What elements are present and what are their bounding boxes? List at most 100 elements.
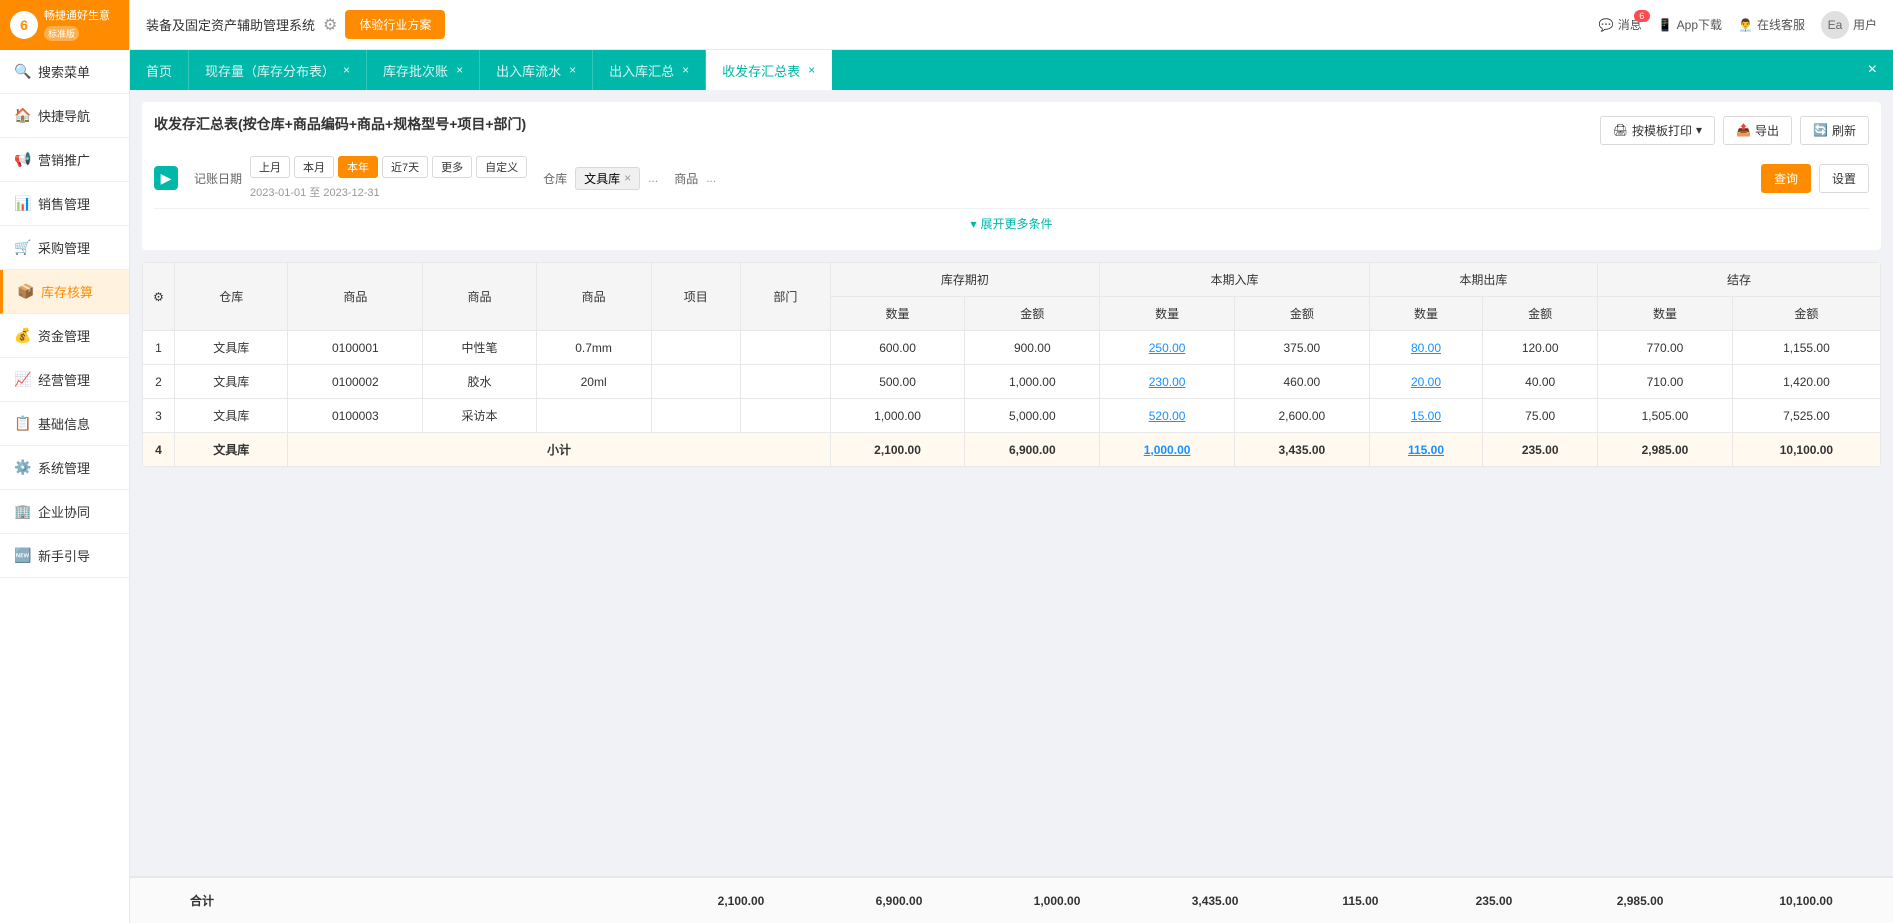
row-opening-qty: 600.00: [830, 331, 965, 365]
row-in-amt: 460.00: [1234, 365, 1369, 399]
print-button[interactable]: 🖨 按模板打印 ▾: [1600, 116, 1715, 145]
filter-toggle-btn[interactable]: ▶: [154, 166, 178, 190]
download-icon: 📱: [1658, 18, 1673, 32]
refresh-button[interactable]: 🔄 刷新: [1800, 116, 1869, 145]
tab-inventory-dist-label: 现存量（库存分布表）: [205, 61, 335, 80]
message-icon-item[interactable]: 💬 消息 6: [1599, 16, 1642, 33]
tab-home[interactable]: 首页: [130, 50, 189, 90]
app-download-item[interactable]: 📱 App下载: [1658, 16, 1722, 33]
date-btn-custom[interactable]: 自定义: [476, 156, 527, 178]
sidebar-item-sales[interactable]: 📊 销售管理: [0, 182, 129, 226]
tab-batch[interactable]: 库存批次账 ×: [367, 50, 480, 90]
th-project: 项目: [651, 263, 741, 331]
expand-link[interactable]: ▾ 展开更多条件: [970, 215, 1052, 232]
tab-inout-summary-close[interactable]: ×: [682, 63, 689, 77]
total-in-qty: 1,000.00: [978, 886, 1136, 915]
th-department: 部门: [741, 263, 831, 331]
row-in-qty[interactable]: 230.00: [1100, 365, 1235, 399]
date-btn-7days[interactable]: 近7天: [382, 156, 428, 178]
sidebar-item-basic-label: 基础信息: [38, 414, 90, 433]
export-icon: 📤: [1736, 123, 1751, 137]
warehouse-tag-text: 文具库: [584, 170, 620, 187]
tab-bar-close-icon[interactable]: ×: [1852, 61, 1893, 79]
sidebar-item-marketing[interactable]: 📢 营销推广: [0, 138, 129, 182]
filter-card: 收发存汇总表(按仓库+商品编码+商品+规格型号+项目+部门) 🖨 按模板打印 ▾…: [142, 102, 1881, 250]
row-project: [651, 365, 741, 399]
tab-receive-send[interactable]: 收发存汇总表 ×: [706, 50, 832, 90]
date-shortcuts: 上月 本月 本年 近7天 更多 自定义 2023-01-01 至 2023-12…: [250, 156, 527, 200]
row-out-amt: 40.00: [1483, 365, 1598, 399]
tab-inout-summary[interactable]: 出入库汇总 ×: [593, 50, 706, 90]
tab-batch-close[interactable]: ×: [456, 63, 463, 77]
filter-settings-button[interactable]: 设置: [1819, 164, 1869, 193]
row-opening-amt: 900.00: [965, 331, 1100, 365]
product-more-btn[interactable]: ...: [706, 171, 716, 185]
sidebar-item-inventory[interactable]: 📦 库存核算: [0, 270, 129, 314]
th-in-amt: 金额: [1234, 297, 1369, 331]
row-index: 3: [143, 399, 175, 433]
guide-icon: 🆕: [14, 547, 32, 564]
enterprise-icon: 🏢: [14, 503, 32, 520]
user-item[interactable]: Ea 用户: [1821, 11, 1877, 39]
sidebar-menu: 🔍 搜索菜单 🏠 快捷导航 📢 营销推广 📊 销售管理 🛒 采购管理 📦 库存核…: [0, 50, 129, 923]
date-btn-this-month[interactable]: 本月: [294, 156, 334, 178]
date-range-text: 2023-01-01 至 2023-12-31: [250, 184, 380, 200]
system-title: 装备及固定资产辅助管理系统: [146, 15, 315, 34]
try-button[interactable]: 体验行业方案: [345, 10, 445, 39]
row-out-qty[interactable]: 80.00: [1369, 331, 1483, 365]
row-product-code: 0100002: [288, 365, 423, 399]
row-product-code: 0100001: [288, 331, 423, 365]
export-button[interactable]: 📤 导出: [1723, 116, 1792, 145]
sidebar-item-sales-label: 销售管理: [38, 194, 90, 213]
print-label: 按模板打印: [1632, 122, 1692, 139]
sidebar-item-guide[interactable]: 🆕 新手引导: [0, 534, 129, 578]
sidebar-item-basic[interactable]: 📋 基础信息: [0, 402, 129, 446]
date-btn-more[interactable]: 更多: [432, 156, 472, 178]
row-in-qty[interactable]: 250.00: [1100, 331, 1235, 365]
sidebar-item-quicknav[interactable]: 🏠 快捷导航: [0, 94, 129, 138]
th-group-closing: 结存: [1598, 263, 1881, 297]
avatar: Ea: [1821, 11, 1849, 39]
th-in-qty: 数量: [1100, 297, 1235, 331]
table-row: 3 文具库 0100003 采访本 1,000.00 5,000.00 520.…: [143, 399, 1881, 433]
row-out-qty[interactable]: 20.00: [1369, 365, 1483, 399]
tab-inout-flow[interactable]: 出入库流水 ×: [480, 50, 593, 90]
tab-receive-send-close[interactable]: ×: [808, 63, 815, 77]
sidebar-item-system[interactable]: ⚙️ 系统管理: [0, 446, 129, 490]
service-icon: 👨‍💼: [1738, 18, 1753, 32]
user-label: 用户: [1853, 16, 1877, 33]
basic-icon: 📋: [14, 415, 32, 432]
warehouse-filter-group: 仓库 文具库 × ...: [543, 167, 658, 190]
table-container: ⚙ 仓库 商品 商品 商品 项目 部门 库存期初 本期入库 本期出库 结存 数量: [142, 262, 1881, 467]
subtotal-closing-amt: 10,100.00: [1732, 433, 1880, 467]
row-in-qty[interactable]: 520.00: [1100, 399, 1235, 433]
warehouse-more-btn[interactable]: ...: [648, 171, 658, 185]
data-table: ⚙ 仓库 商品 商品 商品 项目 部门 库存期初 本期入库 本期出库 结存 数量: [142, 262, 1881, 467]
tab-inventory-dist[interactable]: 现存量（库存分布表） ×: [189, 50, 367, 90]
subtotal-out-qty: 115.00: [1369, 433, 1483, 467]
query-button[interactable]: 查询: [1761, 164, 1811, 193]
th-group-opening: 库存期初: [830, 263, 1100, 297]
warehouse-tag: 文具库 ×: [575, 167, 640, 190]
gear-icon[interactable]: ⚙: [323, 15, 337, 35]
header-left: 装备及固定资产辅助管理系统 ⚙ 体验行业方案: [146, 10, 445, 39]
sidebar-item-operations[interactable]: 📈 经营管理: [0, 358, 129, 402]
tab-inout-summary-label: 出入库汇总: [609, 61, 674, 80]
system-icon: ⚙️: [14, 459, 32, 476]
tab-inout-flow-close[interactable]: ×: [569, 63, 576, 77]
warehouse-tag-close-icon[interactable]: ×: [624, 171, 631, 185]
tab-inventory-dist-close[interactable]: ×: [343, 63, 350, 77]
top-header: 装备及固定资产辅助管理系统 ⚙ 体验行业方案 💬 消息 6 📱 App下载 👨‍…: [130, 0, 1893, 50]
date-btn-this-year[interactable]: 本年: [338, 156, 378, 178]
row-product-code: 0100003: [288, 399, 423, 433]
sidebar-item-finance[interactable]: 💰 资金管理: [0, 314, 129, 358]
sidebar-item-enterprise[interactable]: 🏢 企业协同: [0, 490, 129, 534]
sidebar-item-purchase[interactable]: 🛒 采购管理: [0, 226, 129, 270]
page-content: 收发存汇总表(按仓库+商品编码+商品+规格型号+项目+部门) 🖨 按模板打印 ▾…: [130, 90, 1893, 876]
total-opening-qty: 2,100.00: [662, 886, 820, 915]
sidebar-item-search[interactable]: 🔍 搜索菜单: [0, 50, 129, 94]
date-btn-last-month[interactable]: 上月: [250, 156, 290, 178]
row-project: [651, 331, 741, 365]
online-service-item[interactable]: 👨‍💼 在线客服: [1738, 16, 1805, 33]
row-out-qty[interactable]: 15.00: [1369, 399, 1483, 433]
